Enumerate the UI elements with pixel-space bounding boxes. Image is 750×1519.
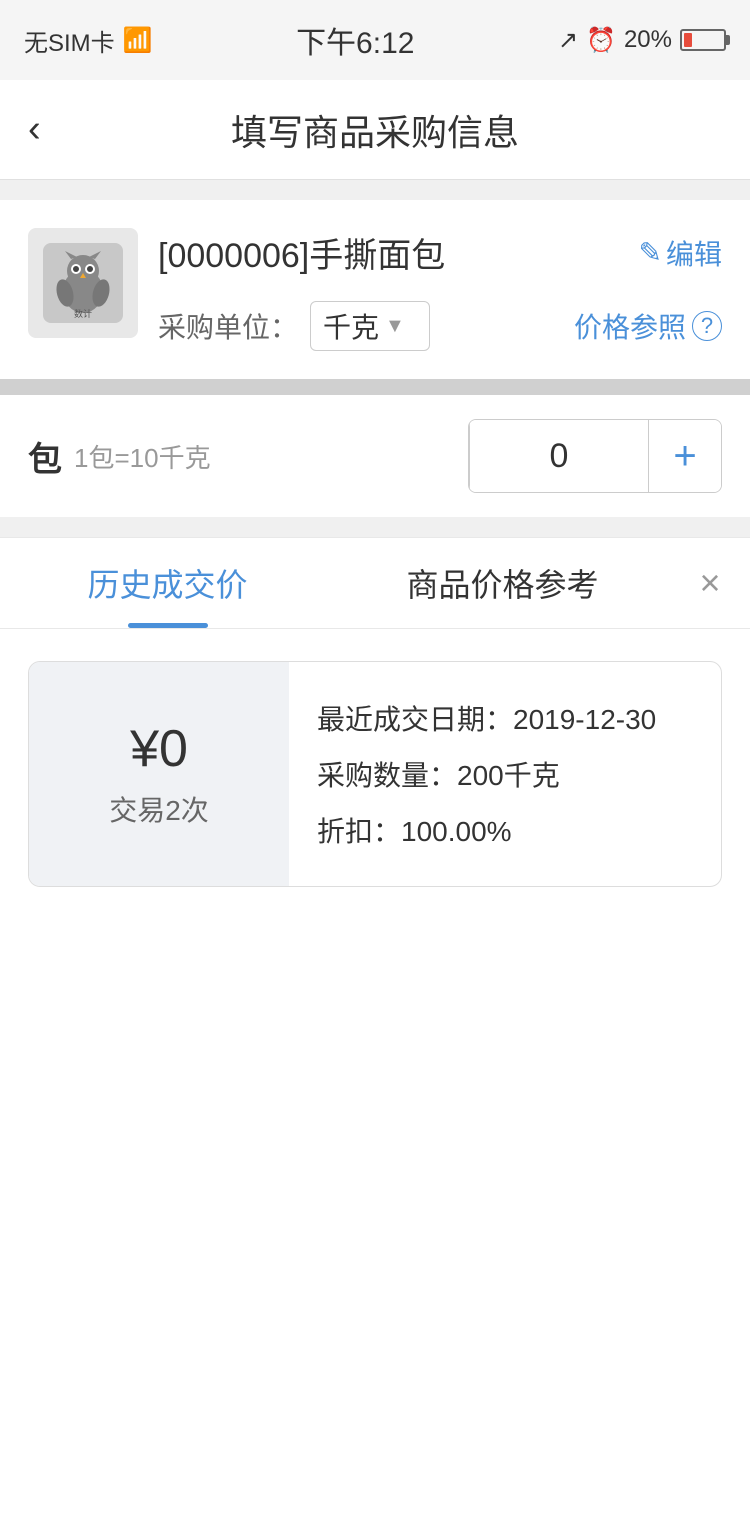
battery-percent: 20% <box>624 26 672 54</box>
tabs-header: 历史成交价 商品价格参考 × <box>0 538 750 629</box>
price-ref-label: 价格参照 <box>574 306 686 346</box>
edit-label: 编辑 <box>666 233 722 273</box>
purchase-unit-label: 采购单位： <box>158 306 298 346</box>
quantity-increase-button[interactable]: + <box>649 420 721 492</box>
quantity-row: 包 1包=10千克 0 + <box>0 395 750 517</box>
tabs-panel: 历史成交价 商品价格参考 × ¥0 交易2次 最近成交日期：2019-12-30… <box>0 537 750 919</box>
quantity-input[interactable]: 0 <box>469 420 649 492</box>
status-time: 下午6:12 <box>296 18 414 62</box>
quantity-conversion: 1包=10千克 <box>74 438 211 475</box>
dropdown-arrow-icon: ▼ <box>385 315 405 338</box>
tab-content-history: ¥0 交易2次 最近成交日期：2019-12-30 采购数量：200千克 折扣：… <box>0 629 750 919</box>
status-carrier: 无SIM卡 📶 <box>24 23 153 58</box>
price-right-panel: 最近成交日期：2019-12-30 采购数量：200千克 折扣：100.00% <box>289 662 721 886</box>
carrier-text: 无SIM卡 <box>24 23 115 58</box>
price-left-panel: ¥0 交易2次 <box>29 662 289 886</box>
edit-button[interactable]: ✎ 编辑 <box>639 233 722 273</box>
tab-history-price[interactable]: 历史成交价 <box>0 538 335 628</box>
product-info: [0000006]手撕面包 ✎ 编辑 采购单位： 千克 ▼ 价格参照 ? <box>158 228 722 351</box>
tab-product-price-ref[interactable]: 商品价格参考 <box>335 538 670 628</box>
tabs-close-button[interactable]: × <box>670 538 750 628</box>
quantity-control: 0 + <box>468 419 722 493</box>
alarm-icon: ⏰ <box>586 26 616 55</box>
purchase-qty-label: 采购数量： <box>317 760 457 791</box>
price-value: 0 <box>159 720 188 778</box>
nav-bar: ‹ 填写商品采购信息 <box>0 80 750 180</box>
tab-active-indicator <box>128 623 208 628</box>
product-image: 数计 <box>28 228 138 338</box>
tab-history-label: 历史成交价 <box>87 560 247 606</box>
svg-text:数计: 数计 <box>74 308 92 319</box>
currency-symbol: ¥ <box>130 720 159 778</box>
product-card: 数计 [0000006]手撕面包 ✎ 编辑 采购单位： 千克 ▼ 价格参照 ? <box>0 200 750 379</box>
purchase-qty-row: 采购数量：200千克 <box>317 754 693 794</box>
purchase-qty-value: 200千克 <box>457 760 560 791</box>
trade-count: 交易2次 <box>109 789 209 829</box>
product-thumbnail: 数计 <box>43 243 123 323</box>
price-amount: ¥0 <box>130 719 188 779</box>
unit-select[interactable]: 千克 ▼ <box>310 301 430 351</box>
recent-date-row: 最近成交日期：2019-12-30 <box>317 698 693 738</box>
discount-row: 折扣：100.00% <box>317 810 693 850</box>
product-name: [0000006]手撕面包 <box>158 228 445 277</box>
unit-value: 千克 <box>323 306 379 346</box>
battery-icon <box>680 29 726 51</box>
edit-icon: ✎ <box>639 236 662 269</box>
discount-label: 折扣： <box>317 816 401 847</box>
help-icon: ? <box>692 311 722 341</box>
price-reference-button[interactable]: 价格参照 ? <box>574 306 722 346</box>
back-button[interactable]: ‹ <box>28 108 41 151</box>
tab-product-label: 商品价格参考 <box>406 560 598 606</box>
status-right: ↗ ⏰ 20% <box>558 26 726 55</box>
recent-date-label: 最近成交日期： <box>317 704 513 735</box>
quantity-unit: 包 <box>28 432 62 481</box>
bottom-space <box>0 919 750 1519</box>
page-title: 填写商品采购信息 <box>231 104 519 156</box>
wifi-icon: 📶 <box>123 26 153 55</box>
section-divider <box>0 379 750 395</box>
recent-date-value: 2019-12-30 <box>513 704 656 735</box>
status-bar: 无SIM卡 📶 下午6:12 ↗ ⏰ 20% <box>0 0 750 80</box>
price-card: ¥0 交易2次 最近成交日期：2019-12-30 采购数量：200千克 折扣：… <box>28 661 722 887</box>
location-icon: ↗ <box>558 26 578 55</box>
discount-value: 100.00% <box>401 816 512 847</box>
